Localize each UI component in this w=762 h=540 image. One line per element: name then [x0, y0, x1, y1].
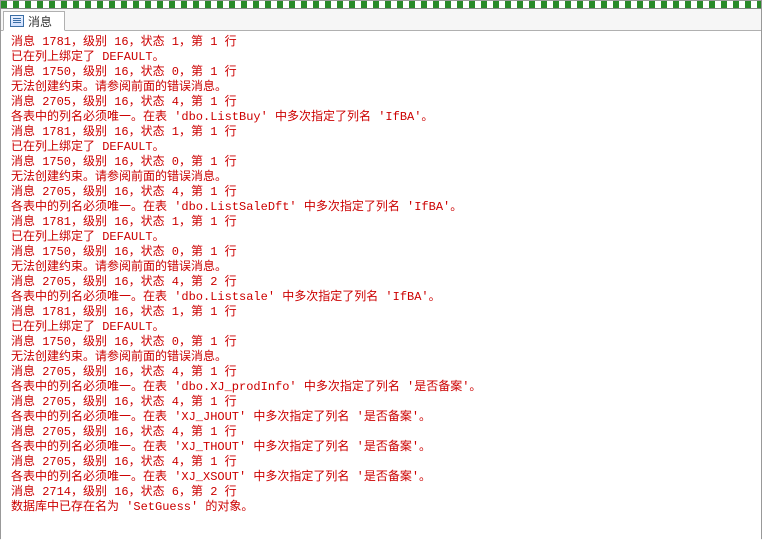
- message-line: 消息 2705，级别 16，状态 4，第 1 行: [11, 185, 751, 200]
- message-line: 消息 1781，级别 16，状态 1，第 1 行: [11, 125, 751, 140]
- message-line: 消息 2705，级别 16，状态 4，第 1 行: [11, 395, 751, 410]
- message-line: 各表中的列名必须唯一。在表 'XJ_XSOUT' 中多次指定了列名 '是否备案'…: [11, 470, 751, 485]
- message-line: 消息 1750，级别 16，状态 0，第 1 行: [11, 155, 751, 170]
- table-icon: [10, 15, 24, 27]
- message-line: 各表中的列名必须唯一。在表 'XJ_JHOUT' 中多次指定了列名 '是否备案'…: [11, 410, 751, 425]
- message-line: 各表中的列名必须唯一。在表 'dbo.ListBuy' 中多次指定了列名 'If…: [11, 110, 751, 125]
- progress-stripe: [1, 1, 761, 9]
- tab-messages[interactable]: 消息: [3, 11, 65, 31]
- message-line: 消息 2714，级别 16，状态 6，第 2 行: [11, 485, 751, 500]
- message-line: 消息 2705，级别 16，状态 4，第 1 行: [11, 455, 751, 470]
- message-line: 消息 1781，级别 16，状态 1，第 1 行: [11, 305, 751, 320]
- message-line: 无法创建约束。请参阅前面的错误消息。: [11, 350, 751, 365]
- message-line: 无法创建约束。请参阅前面的错误消息。: [11, 260, 751, 275]
- message-line: 消息 2705，级别 16，状态 4，第 1 行: [11, 95, 751, 110]
- message-line: 消息 1781，级别 16，状态 1，第 1 行: [11, 35, 751, 50]
- message-line: 各表中的列名必须唯一。在表 'dbo.XJ_prodInfo' 中多次指定了列名…: [11, 380, 751, 395]
- message-line: 消息 1781，级别 16，状态 1，第 1 行: [11, 215, 751, 230]
- message-line: 消息 2705，级别 16，状态 4，第 2 行: [11, 275, 751, 290]
- message-line: 消息 1750，级别 16，状态 0，第 1 行: [11, 245, 751, 260]
- message-line: 消息 2705，级别 16，状态 4，第 1 行: [11, 365, 751, 380]
- message-line: 无法创建约束。请参阅前面的错误消息。: [11, 170, 751, 185]
- message-line: 各表中的列名必须唯一。在表 'dbo.Listsale' 中多次指定了列名 'I…: [11, 290, 751, 305]
- message-line: 各表中的列名必须唯一。在表 'XJ_THOUT' 中多次指定了列名 '是否备案'…: [11, 440, 751, 455]
- message-line: 已在列上绑定了 DEFAULT。: [11, 320, 751, 335]
- message-line: 数据库中已存在名为 'SetGuess' 的对象。: [11, 500, 751, 515]
- message-line: 已在列上绑定了 DEFAULT。: [11, 50, 751, 65]
- messages-pane[interactable]: 消息 1781，级别 16，状态 1，第 1 行已在列上绑定了 DEFAULT。…: [1, 31, 761, 540]
- tab-label: 消息: [28, 13, 52, 30]
- message-line: 已在列上绑定了 DEFAULT。: [11, 140, 751, 155]
- message-line: 已在列上绑定了 DEFAULT。: [11, 230, 751, 245]
- message-line: 各表中的列名必须唯一。在表 'dbo.ListSaleDft' 中多次指定了列名…: [11, 200, 751, 215]
- message-line: 消息 1750，级别 16，状态 0，第 1 行: [11, 335, 751, 350]
- tab-strip: 消息: [1, 9, 761, 31]
- message-line: 无法创建约束。请参阅前面的错误消息。: [11, 80, 751, 95]
- message-line: 消息 1750，级别 16，状态 0，第 1 行: [11, 65, 751, 80]
- message-line: 消息 2705，级别 16，状态 4，第 1 行: [11, 425, 751, 440]
